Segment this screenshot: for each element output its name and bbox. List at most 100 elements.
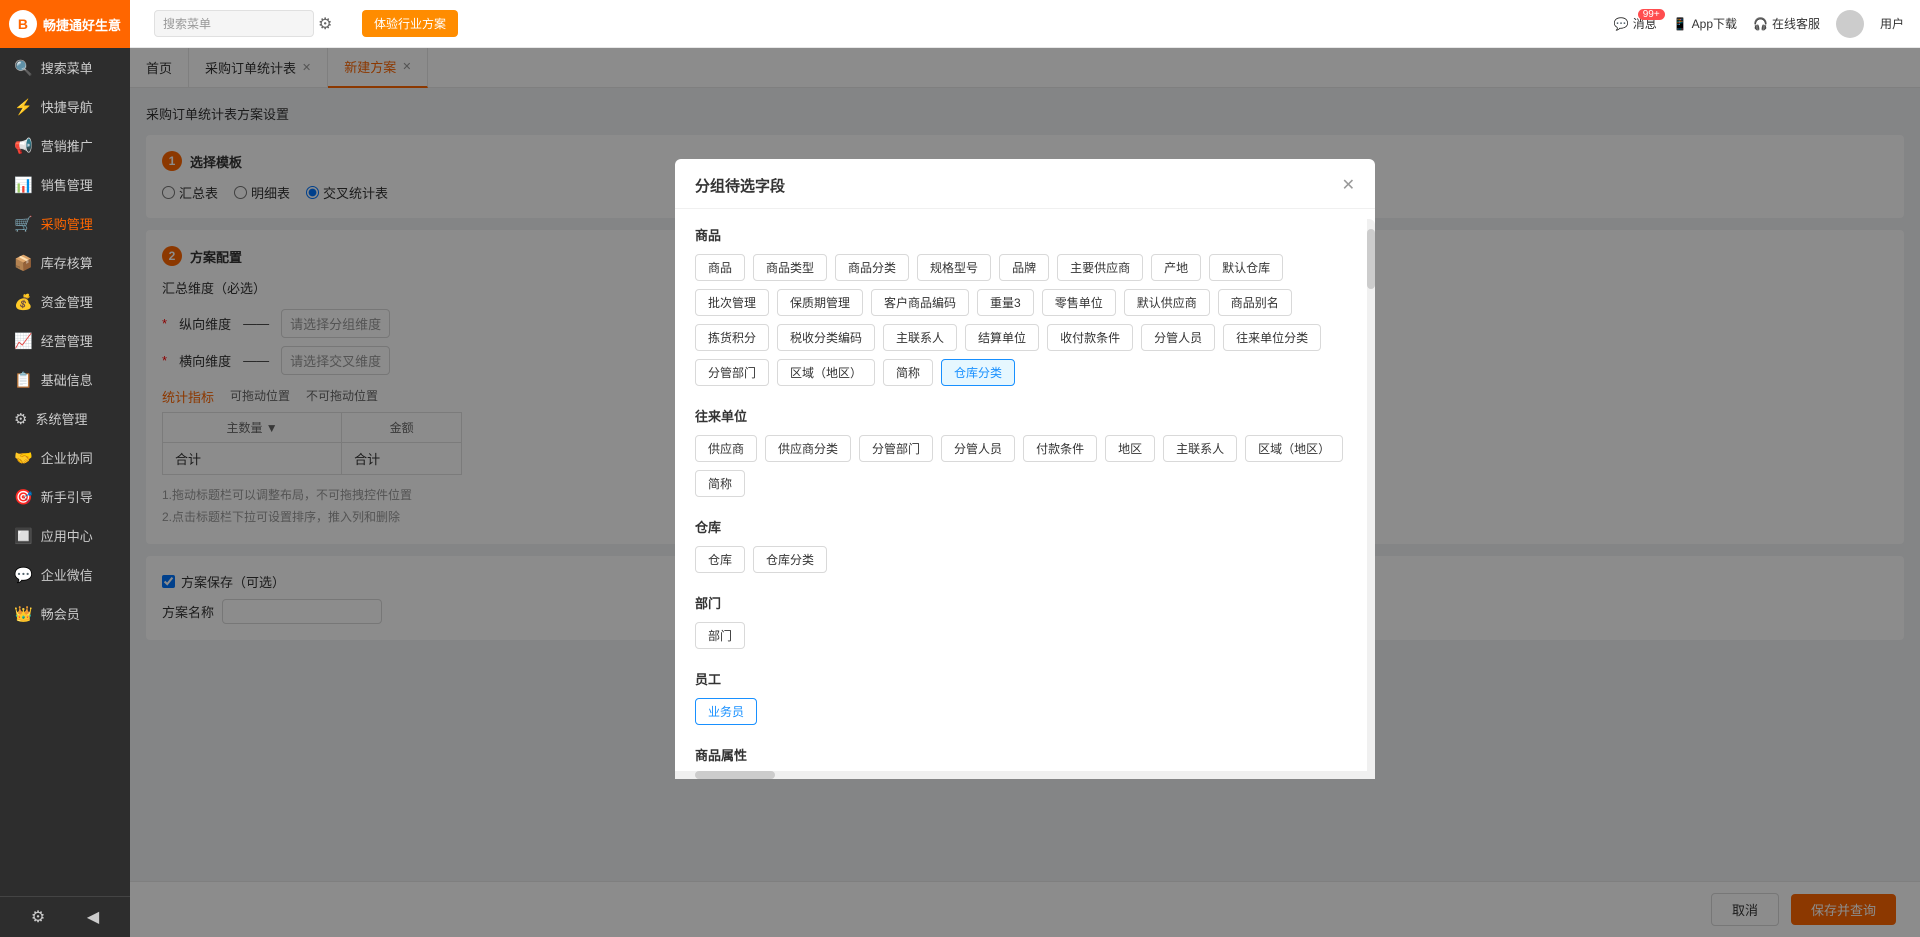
field-default-warehouse[interactable]: 默认仓库 xyxy=(1209,254,1283,281)
field-warehouse[interactable]: 仓库 xyxy=(695,546,745,573)
sidebar-item-quicknav[interactable]: ⚡ 快捷导航 xyxy=(0,87,130,126)
sidebar-item-finance[interactable]: 💰 资金管理 xyxy=(0,282,130,321)
field-manager2[interactable]: 分管人员 xyxy=(941,435,1015,462)
sidebar-item-label: 搜索菜单 xyxy=(41,58,93,77)
sidebar-item-search[interactable]: 🔍 搜索菜单 xyxy=(0,48,130,87)
finance-icon: 💰 xyxy=(14,293,33,311)
field-retail-unit[interactable]: 零售单位 xyxy=(1042,289,1116,316)
field-brand[interactable]: 品牌 xyxy=(999,254,1049,281)
member-icon: 👑 xyxy=(14,605,33,623)
field-dept-mgmt2[interactable]: 分管部门 xyxy=(859,435,933,462)
sidebar-item-operations[interactable]: 📈 经营管理 xyxy=(0,321,130,360)
user-avatar[interactable] xyxy=(1836,10,1864,38)
field-origin[interactable]: 产地 xyxy=(1151,254,1201,281)
field-main-contact2[interactable]: 主联系人 xyxy=(1163,435,1237,462)
field-main-contact[interactable]: 主联系人 xyxy=(883,324,957,351)
field-shelf-life[interactable]: 保质期管理 xyxy=(777,289,863,316)
base-icon: 📋 xyxy=(14,371,33,389)
sidebar-item-apps[interactable]: 🔲 应用中心 xyxy=(0,516,130,555)
goods-fields: 商品 商品类型 商品分类 规格型号 品牌 主要供应商 产地 默认仓库 批次管理 … xyxy=(695,254,1355,386)
sidebar-bottom: ⚙ ◀ xyxy=(0,896,130,937)
field-region2[interactable]: 区域（地区） xyxy=(1245,435,1343,462)
sidebar-item-label: 企业微信 xyxy=(41,565,93,584)
sidebar-item-purchase[interactable]: 🛒 采购管理 xyxy=(0,204,130,243)
sidebar-item-base[interactable]: 📋 基础信息 xyxy=(0,360,130,399)
sidebar-item-system[interactable]: ⚙ 系统管理 xyxy=(0,399,130,438)
field-goods-alias[interactable]: 商品别名 xyxy=(1218,289,1292,316)
field-dept-mgmt[interactable]: 分管部门 xyxy=(695,359,769,386)
field-manager[interactable]: 分管人员 xyxy=(1141,324,1215,351)
modal-close-button[interactable]: ✕ xyxy=(1342,175,1355,195)
field-warehouse-cat[interactable]: 仓库分类 xyxy=(753,546,827,573)
sidebar-settings-button[interactable]: ⚙ xyxy=(31,907,45,927)
field-partner-category[interactable]: 往来单位分类 xyxy=(1223,324,1321,351)
field-tax-code[interactable]: 税收分类编码 xyxy=(777,324,875,351)
section-goods-title: 商品 xyxy=(695,225,1355,244)
sidebar-item-label: 新手引导 xyxy=(41,487,93,506)
sidebar-item-label: 系统管理 xyxy=(35,409,87,428)
sidebar-item-collab[interactable]: 🤝 企业协同 xyxy=(0,438,130,477)
sidebar-item-label: 企业协同 xyxy=(41,448,93,467)
sidebar-item-wechat[interactable]: 💬 企业微信 xyxy=(0,555,130,594)
inventory-icon: 📦 xyxy=(14,254,33,272)
field-batch-mgmt[interactable]: 批次管理 xyxy=(695,289,769,316)
section-dept-title: 部门 xyxy=(695,593,1355,612)
field-region[interactable]: 区域（地区） xyxy=(777,359,875,386)
field-pick-points[interactable]: 拣货积分 xyxy=(695,324,769,351)
sidebar-item-label: 营销推广 xyxy=(41,136,93,155)
field-goods-category[interactable]: 商品分类 xyxy=(835,254,909,281)
section-goods-attr-title: 商品属性 xyxy=(695,745,1355,764)
field-main-supplier[interactable]: 主要供应商 xyxy=(1057,254,1143,281)
purchase-icon: 🛒 xyxy=(14,215,33,233)
sidebar-item-sales[interactable]: 📊 销售管理 xyxy=(0,165,130,204)
section-partner-title: 往来单位 xyxy=(695,406,1355,425)
section-goods-attr: 商品属性 属性 颜色 多规格 尺码 鞋码 1 xyxy=(695,745,1355,771)
sidebar-item-inventory[interactable]: 📦 库存核算 xyxy=(0,243,130,282)
field-dept[interactable]: 部门 xyxy=(695,622,745,649)
field-payment-terms[interactable]: 收付款条件 xyxy=(1047,324,1133,351)
service-label: 在线客服 xyxy=(1772,15,1820,32)
field-goods-type[interactable]: 商品类型 xyxy=(753,254,827,281)
modal-header: 分组待选字段 ✕ xyxy=(675,159,1375,209)
collab-icon: 🤝 xyxy=(14,449,33,467)
sidebar-item-member[interactable]: 👑 畅会员 xyxy=(0,594,130,633)
section-warehouse-title: 仓库 xyxy=(695,517,1355,536)
field-supplier[interactable]: 供应商 xyxy=(695,435,757,462)
online-service-item[interactable]: 🎧 在线客服 xyxy=(1753,15,1820,32)
field-goods[interactable]: 商品 xyxy=(695,254,745,281)
field-warehouse-category[interactable]: 仓库分类 xyxy=(941,359,1015,386)
field-default-supplier[interactable]: 默认供应商 xyxy=(1124,289,1210,316)
field-supplier-category[interactable]: 供应商分类 xyxy=(765,435,851,462)
app-download-item[interactable]: 📱 App下载 xyxy=(1673,15,1737,32)
field-short-name2[interactable]: 简称 xyxy=(695,470,745,497)
exp-button[interactable]: 体验行业方案 xyxy=(362,10,458,37)
message-nav-item[interactable]: 💬 消息 99+ xyxy=(1614,15,1657,32)
logo-text: 畅捷通好生意 xyxy=(43,15,121,34)
sidebar-item-label: 资金管理 xyxy=(41,292,93,311)
menu-search-input[interactable]: 搜索菜单 xyxy=(154,10,314,37)
field-salesperson[interactable]: 业务员 xyxy=(695,698,757,725)
field-area[interactable]: 地区 xyxy=(1105,435,1155,462)
modal-horizontal-scrollbar[interactable] xyxy=(675,771,1375,779)
warehouse-fields: 仓库 仓库分类 xyxy=(695,546,1355,573)
section-employee: 员工 业务员 xyxy=(695,669,1355,725)
field-spec-model[interactable]: 规格型号 xyxy=(917,254,991,281)
modal-vertical-scrollbar[interactable] xyxy=(1367,219,1375,779)
field-selection-modal: 分组待选字段 ✕ 商品 商品 商品类型 商品分类 规格型号 品牌 主要供应商 产… xyxy=(675,159,1375,779)
logo-icon: B xyxy=(9,10,37,38)
field-short-name[interactable]: 简称 xyxy=(883,359,933,386)
field-customer-code[interactable]: 客户商品编码 xyxy=(871,289,969,316)
sidebar-item-guide[interactable]: 🎯 新手引导 xyxy=(0,477,130,516)
sidebar-item-marketing[interactable]: 📢 营销推广 xyxy=(0,126,130,165)
sidebar-item-label: 经营管理 xyxy=(41,331,93,350)
sidebar-item-label: 库存核算 xyxy=(41,253,93,272)
field-settlement-unit[interactable]: 结算单位 xyxy=(965,324,1039,351)
sidebar-collapse-button[interactable]: ◀ xyxy=(87,907,99,927)
field-payment-cond[interactable]: 付款条件 xyxy=(1023,435,1097,462)
gear-button[interactable]: ⚙ xyxy=(318,14,332,34)
lightning-icon: ⚡ xyxy=(14,98,33,116)
operations-icon: 📈 xyxy=(14,332,33,350)
section-warehouse: 仓库 仓库 仓库分类 xyxy=(695,517,1355,573)
section-dept: 部门 部门 xyxy=(695,593,1355,649)
field-weight[interactable]: 重量3 xyxy=(977,289,1034,316)
